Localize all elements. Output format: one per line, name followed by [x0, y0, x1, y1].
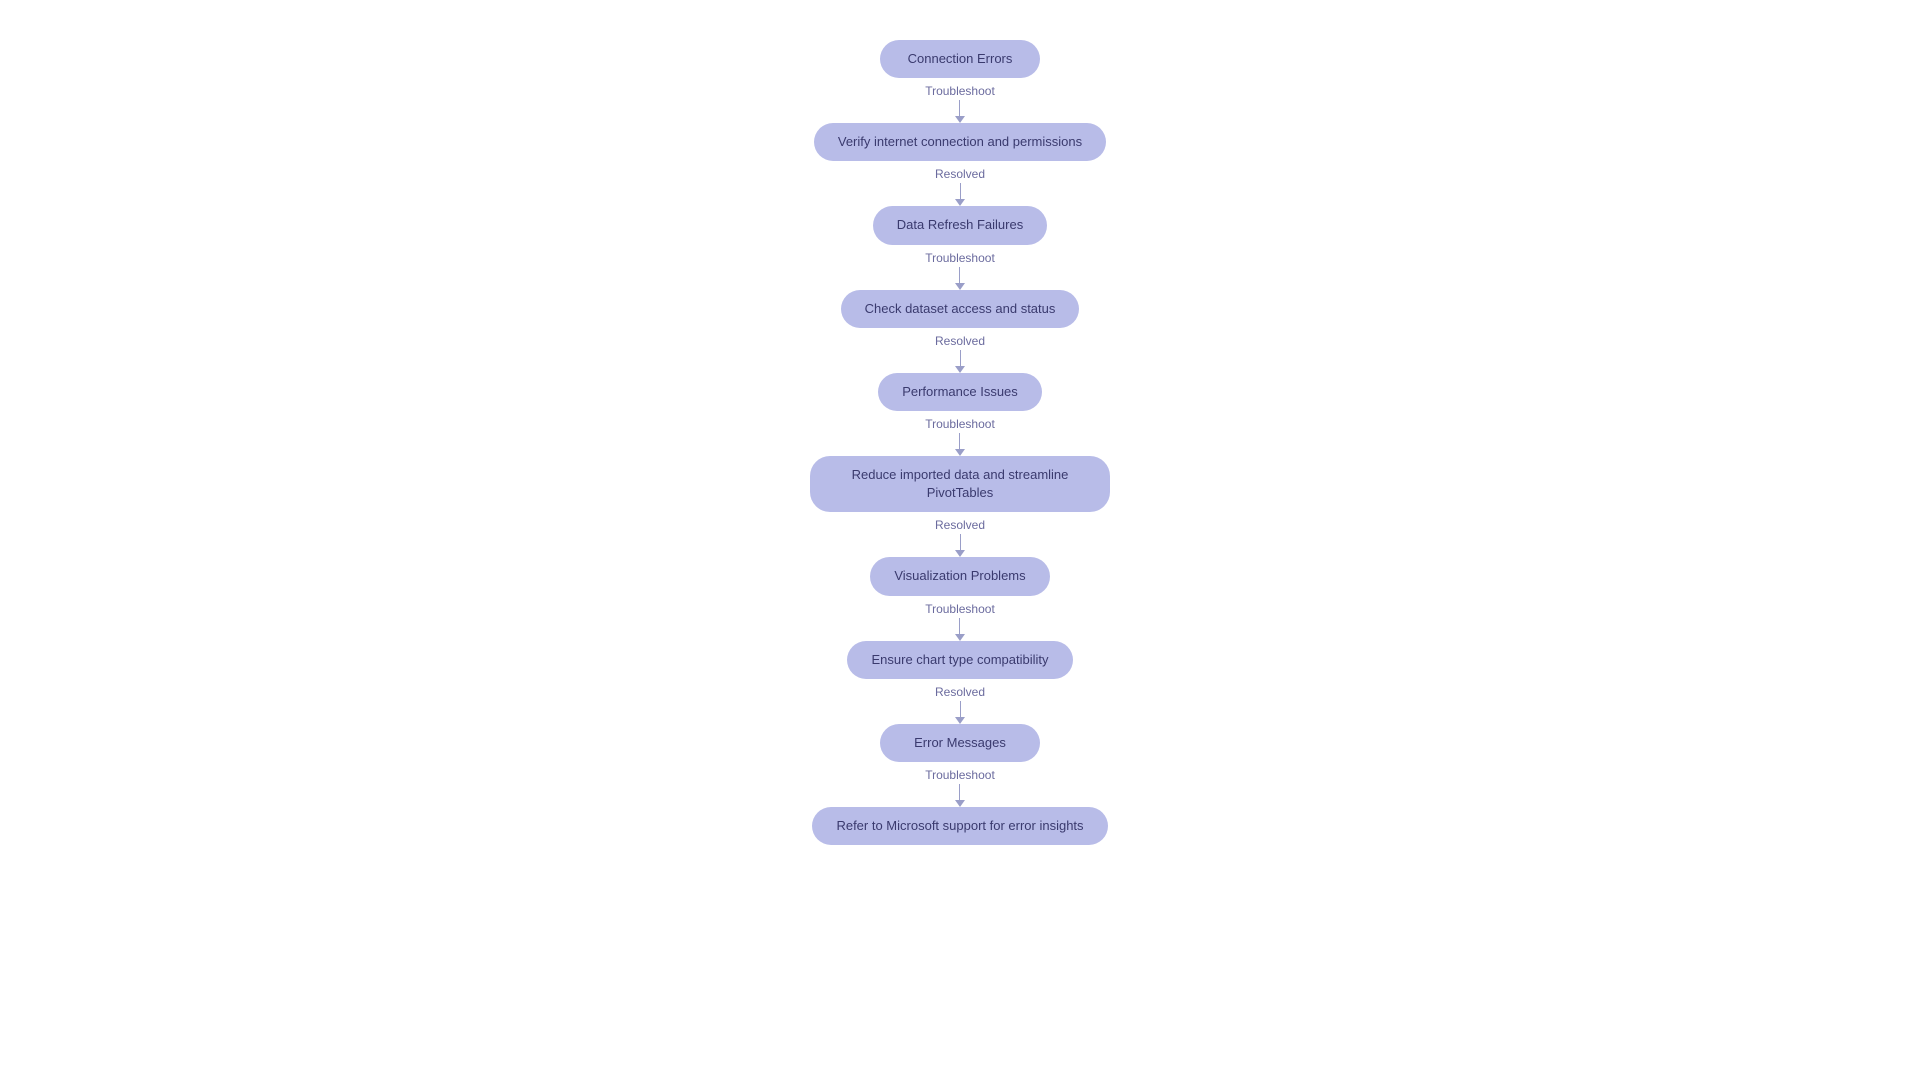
arrow-head-4	[955, 366, 965, 373]
connector-5: Troubleshoot	[925, 411, 995, 456]
arrow-head-6	[955, 550, 965, 557]
node-error-messages: Error Messages	[880, 724, 1040, 762]
arrow-head-9	[955, 800, 965, 807]
arrow-line-5	[959, 433, 960, 449]
node-data-refresh-failures: Data Refresh Failures	[873, 206, 1047, 244]
arrow-head-8	[955, 717, 965, 724]
connector-label-2: Resolved	[935, 167, 985, 181]
arrow-line-3	[959, 267, 960, 283]
connector-2: Resolved	[935, 161, 985, 206]
connector-9: Troubleshoot	[925, 762, 995, 807]
arrow-line-4	[960, 350, 961, 366]
arrow-head-5	[955, 449, 965, 456]
connector-label-8: Resolved	[935, 685, 985, 699]
arrow-line-7	[959, 618, 960, 634]
connector-4: Resolved	[935, 328, 985, 373]
connector-label-7: Troubleshoot	[925, 602, 995, 616]
connector-label-5: Troubleshoot	[925, 417, 995, 431]
arrow-line-8	[960, 701, 961, 717]
connector-8: Resolved	[935, 679, 985, 724]
arrow-line-1	[959, 100, 960, 116]
connector-label-6: Resolved	[935, 518, 985, 532]
connector-label-3: Troubleshoot	[925, 251, 995, 265]
arrow-head-1	[955, 116, 965, 123]
arrow-head-7	[955, 634, 965, 641]
node-verify-internet: Verify internet connection and permissio…	[814, 123, 1106, 161]
node-performance-issues: Performance Issues	[878, 373, 1042, 411]
arrow-head-2	[955, 199, 965, 206]
arrow-line-9	[959, 784, 960, 800]
node-reduce-imported: Reduce imported data and streamline Pivo…	[810, 456, 1110, 512]
connector-6: Resolved	[935, 512, 985, 557]
arrow-line-6	[960, 534, 961, 550]
node-refer-microsoft: Refer to Microsoft support for error ins…	[812, 807, 1107, 845]
connector-label-1: Troubleshoot	[925, 84, 995, 98]
node-visualization-problems: Visualization Problems	[870, 557, 1049, 595]
node-check-dataset: Check dataset access and status	[841, 290, 1080, 328]
connector-label-9: Troubleshoot	[925, 768, 995, 782]
connector-1: Troubleshoot	[925, 78, 995, 123]
node-ensure-chart: Ensure chart type compatibility	[847, 641, 1072, 679]
arrow-line-2	[960, 183, 961, 199]
connector-7: Troubleshoot	[925, 596, 995, 641]
connector-label-4: Resolved	[935, 334, 985, 348]
node-connection-errors: Connection Errors	[880, 40, 1040, 78]
arrow-head-3	[955, 283, 965, 290]
connector-3: Troubleshoot	[925, 245, 995, 290]
flowchart: Connection Errors Troubleshoot Verify in…	[760, 20, 1160, 865]
